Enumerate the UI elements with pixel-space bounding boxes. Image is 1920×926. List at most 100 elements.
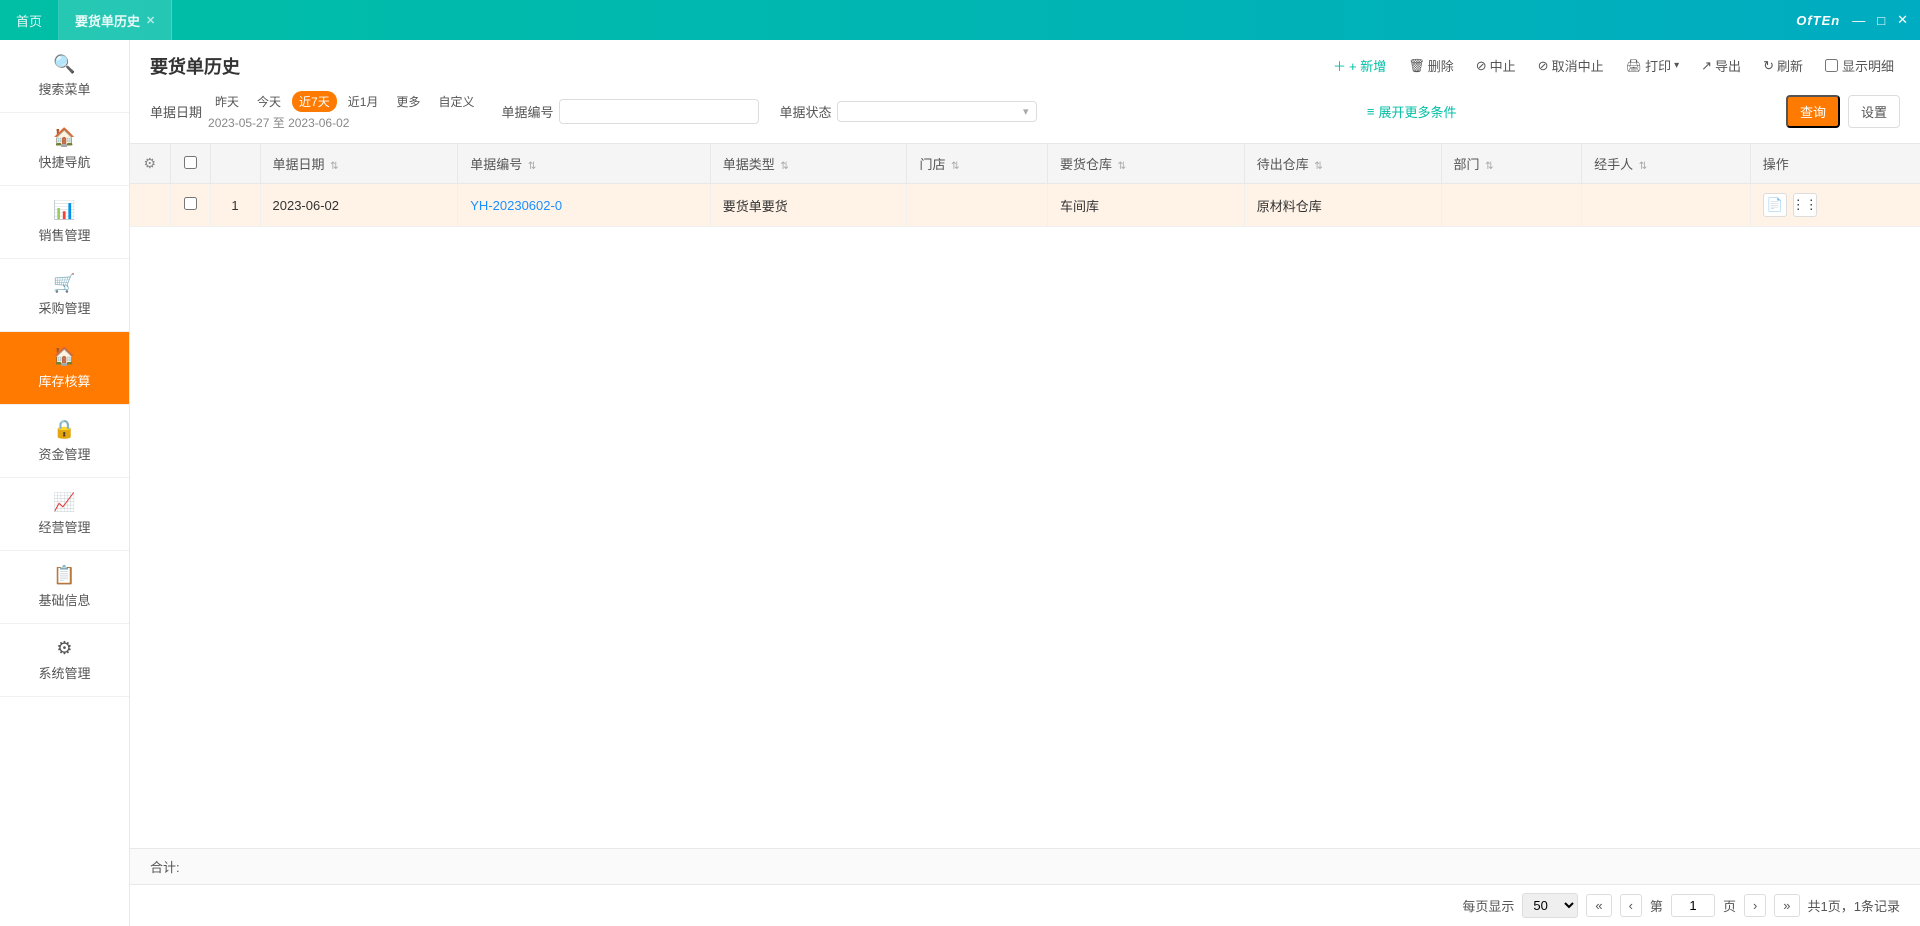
stop-button[interactable]: ⊘ 中止 (1470, 52, 1522, 79)
sort-order-type-icon[interactable]: ⇅ (780, 161, 788, 172)
sidebar-item-finance-label: 资金管理 (38, 444, 90, 463)
display-detail-button[interactable]: 显示明细 (1819, 52, 1900, 79)
sidebar-item-basic[interactable]: 📋 基础信息 (0, 551, 129, 624)
print-icon: 🖨 (1626, 58, 1643, 74)
status-filter: 单据状态 ▾ (779, 101, 1037, 122)
per-page-select[interactable]: 10 20 50 100 (1522, 893, 1578, 918)
td-order-no: YH-20230602-0 (458, 184, 710, 227)
sidebar-item-search[interactable]: 🔍 搜索菜单 (0, 40, 129, 113)
row-more-button[interactable]: ⋮⋮ (1793, 193, 1817, 217)
window-maximize[interactable]: □ (1877, 13, 1885, 28)
th-no (210, 144, 260, 184)
display-detail-checkbox[interactable] (1825, 59, 1838, 72)
new-button[interactable]: ＋ + 新增 (1327, 52, 1392, 79)
date-btn-yesterday[interactable]: 昨天 (208, 91, 246, 112)
order-no-input[interactable] (559, 99, 759, 124)
lock-icon: 🔒 (53, 419, 75, 440)
sort-pending-warehouse-icon[interactable]: ⇅ (1314, 161, 1322, 172)
tab-history-close[interactable]: ✕ (146, 14, 155, 27)
sidebar-item-sales-label: 销售管理 (38, 225, 90, 244)
query-label: 查询 (1800, 102, 1826, 121)
print-button[interactable]: 🖨 打印 ▾ (1620, 52, 1686, 79)
refresh-label: 刷新 (1777, 56, 1803, 75)
tab-history[interactable]: 要货单历史 ✕ (59, 0, 172, 40)
page-title: 要货单历史 (150, 53, 240, 79)
sidebar-item-purchase[interactable]: 🛒 采购管理 (0, 259, 129, 332)
th-settings: ⚙ (130, 144, 170, 184)
sidebar-item-finance[interactable]: 🔒 资金管理 (0, 405, 129, 478)
td-checkbox (170, 184, 210, 227)
sort-warehouse-icon[interactable]: ⇅ (1118, 161, 1126, 172)
filter-row-1: 单据日期 昨天 今天 近7天 近1月 更多 自定义 2023-05-27 至 2… (150, 91, 1900, 131)
sort-order-no-icon[interactable]: ⇅ (528, 161, 536, 172)
content-area: 要货单历史 ＋ + 新增 🗑 删除 ⊘ 中止 ⊘ 取消中止 (130, 40, 1920, 926)
th-actions: 操作 (1750, 144, 1920, 184)
new-label: + 新增 (1349, 56, 1386, 75)
date-btn-7days[interactable]: 近7天 (292, 91, 337, 112)
status-label: 单据状态 (779, 102, 831, 121)
date-btn-custom[interactable]: 自定义 (431, 91, 481, 112)
date-btn-today[interactable]: 今天 (250, 91, 288, 112)
sidebar-item-nav[interactable]: 🏠 快捷导航 (0, 113, 129, 186)
th-warehouse: 要货仓库 ⇅ (1048, 144, 1245, 184)
sidebar-item-inventory[interactable]: 🏠 库存核算 (0, 332, 129, 405)
row-no: 1 (231, 198, 238, 213)
more-icon: ⋮⋮ (1792, 197, 1818, 213)
page-input[interactable] (1671, 894, 1715, 917)
cancel-stop-button[interactable]: ⊘ 取消中止 (1532, 52, 1610, 79)
window-close[interactable]: ✕ (1897, 12, 1908, 28)
select-all-checkbox[interactable] (184, 156, 197, 169)
expand-conditions-button[interactable]: ≡ 展开更多条件 (1359, 98, 1465, 125)
status-select[interactable]: ▾ (837, 101, 1037, 122)
th-pending-warehouse: 待出仓库 ⇅ (1244, 144, 1441, 184)
export-label: 导出 (1715, 56, 1741, 75)
th-handler-label: 经手人 (1594, 157, 1633, 172)
page-label: 第 (1650, 896, 1663, 915)
th-pending-warehouse-label: 待出仓库 (1257, 157, 1309, 172)
td-no: 1 (210, 184, 260, 227)
refresh-button[interactable]: ↻ 刷新 (1757, 52, 1809, 79)
chevron-down-icon: ▾ (1023, 105, 1029, 118)
table-header-row: ⚙ 单据日期 ⇅ 单据编号 ⇅ (130, 144, 1920, 184)
sidebar-item-system[interactable]: ⚙ 系统管理 (0, 624, 129, 697)
order-no-filter: 单据编号 (501, 99, 759, 124)
total-info: 共1页，1条记录 (1808, 896, 1900, 915)
pagination-first[interactable]: « (1586, 894, 1611, 917)
sidebar-item-purchase-label: 采购管理 (38, 298, 90, 317)
pagination-bar: 每页显示 10 20 50 100 « ‹ 第 页 › » 共1页，1条记录 (130, 884, 1920, 926)
pagination-next[interactable]: › (1744, 894, 1766, 917)
row-order-no-link[interactable]: YH-20230602-0 (470, 198, 562, 213)
pagination-last[interactable]: » (1774, 894, 1799, 917)
top-bar: 首页 要货单历史 ✕ OfTEn — □ ✕ (0, 0, 1920, 40)
sort-store-icon[interactable]: ⇅ (951, 161, 959, 172)
column-settings-icon[interactable]: ⚙ (143, 155, 156, 171)
sidebar-item-sales[interactable]: 📊 销售管理 (0, 186, 129, 259)
refresh-icon: ↻ (1763, 58, 1774, 74)
pagination-prev[interactable]: ‹ (1620, 894, 1642, 917)
sidebar-item-inventory-label: 库存核算 (38, 371, 90, 390)
tab-home[interactable]: 首页 (0, 0, 59, 40)
row-checkbox[interactable] (184, 197, 197, 210)
sort-date-icon[interactable]: ⇅ (330, 161, 338, 172)
cart-icon: 🛒 (53, 273, 75, 294)
row-edit-button[interactable]: 📄 (1763, 193, 1787, 217)
sort-department-icon[interactable]: ⇅ (1485, 161, 1493, 172)
query-button[interactable]: 查询 (1786, 95, 1840, 128)
settings-button[interactable]: 设置 (1848, 95, 1900, 128)
window-minimize[interactable]: — (1852, 13, 1865, 28)
th-store-label: 门店 (919, 157, 945, 172)
print-label: 打印 (1645, 56, 1671, 75)
search-icon: 🔍 (53, 54, 75, 75)
th-order-type-label: 单据类型 (723, 157, 775, 172)
date-btn-more[interactable]: 更多 (389, 91, 427, 112)
home-icon: 🏠 (53, 127, 75, 148)
date-btn-1month[interactable]: 近1月 (341, 91, 386, 112)
sidebar-item-operation[interactable]: 📈 经营管理 (0, 478, 129, 551)
expand-icon: ≡ (1367, 104, 1375, 119)
delete-button[interactable]: 🗑 删除 (1402, 52, 1460, 79)
row-date: 2023-06-02 (273, 198, 340, 213)
sidebar-item-basic-label: 基础信息 (38, 590, 90, 609)
export-button[interactable]: ↗ 导出 (1695, 52, 1747, 79)
sort-handler-icon[interactable]: ⇅ (1639, 161, 1647, 172)
td-warehouse: 车间库 (1048, 184, 1245, 227)
